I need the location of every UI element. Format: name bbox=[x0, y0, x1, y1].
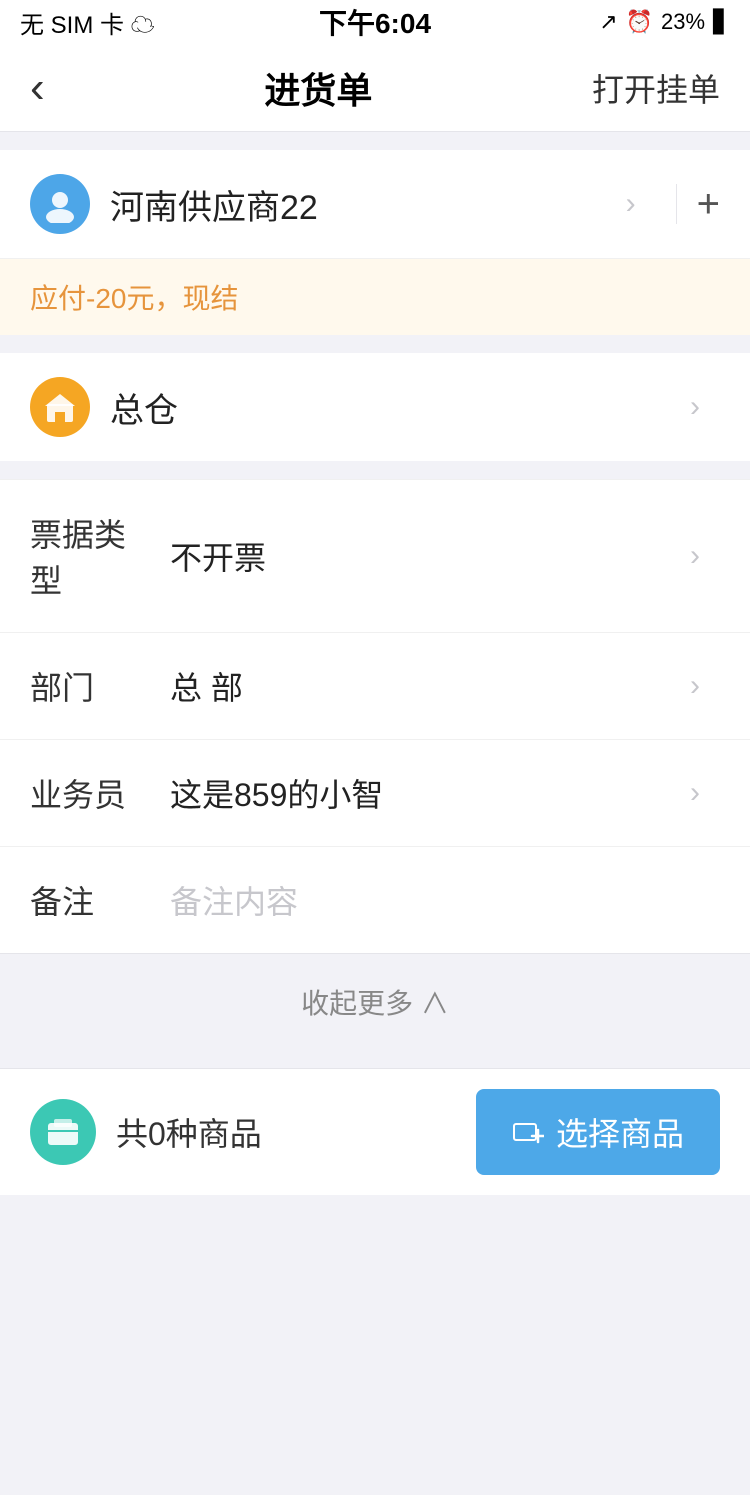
battery-icon: ▋ bbox=[713, 9, 730, 35]
divider bbox=[676, 184, 677, 224]
salesman-chevron-icon: › bbox=[690, 776, 700, 810]
salesman-row[interactable]: 业务员 这是859的小智 › bbox=[0, 739, 750, 846]
supplier-avatar bbox=[30, 174, 90, 234]
salesman-label: 业务员 bbox=[30, 770, 150, 816]
select-product-button[interactable]: 选择商品 bbox=[476, 1089, 720, 1175]
notice-text: 应付-20元，现结 bbox=[30, 283, 238, 314]
ticket-value: 不开票 bbox=[170, 533, 690, 579]
supplier-section: 河南供应商22 › + 应付-20元，现结 bbox=[0, 150, 750, 335]
gap-2 bbox=[0, 335, 750, 353]
status-time: 下午6:04 bbox=[319, 2, 431, 42]
footer-space bbox=[0, 1195, 750, 1495]
warehouse-row[interactable]: 总仓 › bbox=[0, 353, 750, 461]
warehouse-avatar bbox=[30, 377, 90, 437]
status-left: 无 SIM 卡 ☁ bbox=[20, 5, 155, 40]
page-title: 进货单 bbox=[264, 62, 372, 114]
supplier-name: 河南供应商22 bbox=[110, 180, 626, 229]
collapse-row[interactable]: 收起更多 ∧ bbox=[0, 953, 750, 1050]
notice-banner: 应付-20元，现结 bbox=[0, 259, 750, 335]
dept-label: 部门 bbox=[30, 663, 150, 709]
select-product-label: 选择商品 bbox=[556, 1109, 684, 1155]
gap-1 bbox=[0, 132, 750, 150]
form-section: 票据类型 不开票 › 部门 总 部 › 业务员 这是859的小智 › 备注 备注… bbox=[0, 479, 750, 953]
status-bar: 无 SIM 卡 ☁ 下午6:04 ↗ ⏰ 23% ▋ bbox=[0, 0, 750, 44]
collapse-button[interactable]: 收起更多 ∧ bbox=[301, 982, 449, 1022]
product-bar: 共0种商品 选择商品 bbox=[0, 1068, 750, 1195]
sim-label: 无 SIM 卡 ☁ bbox=[20, 5, 155, 40]
supplier-row[interactable]: 河南供应商22 › + bbox=[0, 150, 750, 259]
add-supplier-button[interactable]: + bbox=[697, 184, 720, 224]
salesman-value: 这是859的小智 bbox=[170, 770, 690, 816]
warehouse-section[interactable]: 总仓 › bbox=[0, 353, 750, 461]
warehouse-chevron-icon: › bbox=[690, 390, 700, 424]
warehouse-name: 总仓 bbox=[110, 383, 690, 432]
ticket-chevron-icon: › bbox=[690, 539, 700, 573]
remark-row[interactable]: 备注 备注内容 bbox=[0, 846, 750, 953]
status-right: ↗ ⏰ 23% ▋ bbox=[599, 9, 730, 35]
supplier-chevron-icon: › bbox=[626, 187, 636, 221]
alarm-icon: ⏰ bbox=[626, 9, 653, 35]
remark-input[interactable]: 备注内容 bbox=[170, 877, 720, 923]
battery-label: 23% bbox=[661, 9, 705, 35]
gap-3 bbox=[0, 461, 750, 479]
location-icon: ↗ bbox=[599, 9, 617, 35]
ticket-label: 票据类型 bbox=[30, 510, 150, 602]
product-count: 共0种商品 bbox=[116, 1109, 476, 1155]
dept-chevron-icon: › bbox=[690, 669, 700, 703]
dept-row[interactable]: 部门 总 部 › bbox=[0, 632, 750, 739]
dept-value: 总 部 bbox=[170, 663, 690, 709]
product-icon bbox=[30, 1099, 96, 1165]
ticket-row[interactable]: 票据类型 不开票 › bbox=[0, 479, 750, 632]
open-pending-button[interactable]: 打开挂单 bbox=[592, 65, 720, 111]
select-icon bbox=[512, 1116, 544, 1148]
nav-bar: ‹ 进货单 打开挂单 bbox=[0, 44, 750, 132]
back-button[interactable]: ‹ bbox=[30, 66, 45, 110]
remark-label: 备注 bbox=[30, 877, 150, 923]
